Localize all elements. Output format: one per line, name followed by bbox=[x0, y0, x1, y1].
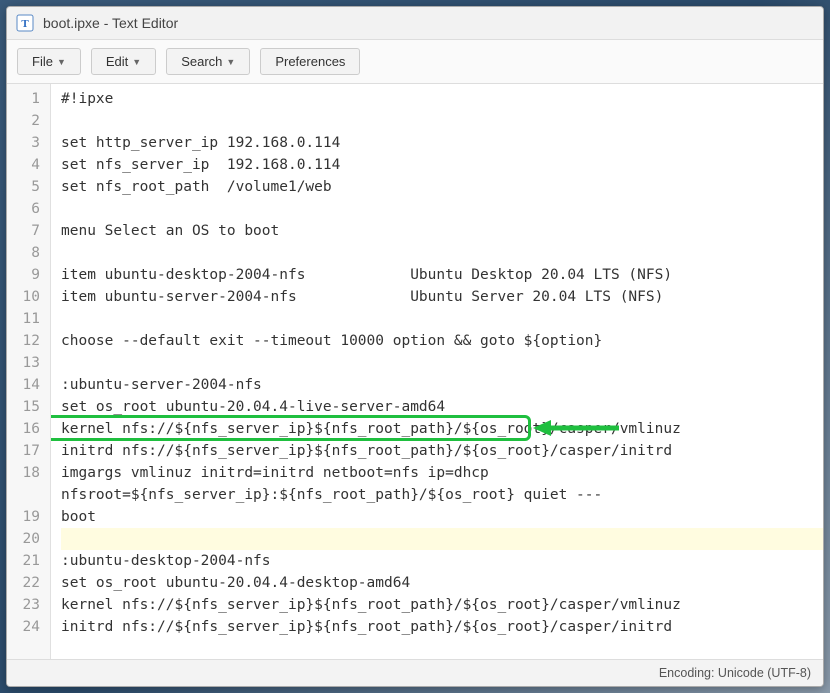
code-line[interactable] bbox=[61, 242, 823, 264]
window-title: boot.ipxe - Text Editor bbox=[43, 15, 178, 31]
edit-menu-label: Edit bbox=[106, 54, 128, 69]
file-menu-label: File bbox=[32, 54, 53, 69]
editor-window: T boot.ipxe - Text Editor File ▼ Edit ▼ … bbox=[6, 6, 824, 687]
code-content[interactable]: #!ipxeset http_server_ip 192.168.0.114se… bbox=[51, 84, 823, 659]
line-number: 21 bbox=[13, 550, 40, 572]
chevron-down-icon: ▼ bbox=[132, 57, 141, 67]
line-number: 8 bbox=[13, 242, 40, 264]
code-line[interactable]: boot bbox=[61, 506, 823, 528]
line-number: 20 bbox=[13, 528, 40, 550]
code-line[interactable]: initrd nfs://${nfs_server_ip}${nfs_root_… bbox=[61, 616, 823, 638]
search-menu-label: Search bbox=[181, 54, 222, 69]
code-line[interactable] bbox=[61, 110, 823, 132]
statusbar: Encoding: Unicode (UTF-8) bbox=[7, 659, 823, 686]
code-line[interactable] bbox=[61, 352, 823, 374]
code-line[interactable]: imgargs vmlinuz initrd=initrd netboot=nf… bbox=[61, 462, 823, 484]
toolbar: File ▼ Edit ▼ Search ▼ Preferences bbox=[7, 40, 823, 83]
code-line[interactable]: initrd nfs://${nfs_server_ip}${nfs_root_… bbox=[61, 440, 823, 462]
line-number-gutter: 123456789101112131415161718192021222324 bbox=[7, 84, 51, 659]
line-number: 22 bbox=[13, 572, 40, 594]
code-line[interactable]: :ubuntu-server-2004-nfs bbox=[61, 374, 823, 396]
line-number: 4 bbox=[13, 154, 40, 176]
preferences-label: Preferences bbox=[275, 54, 345, 69]
titlebar[interactable]: T boot.ipxe - Text Editor bbox=[7, 7, 823, 40]
code-line[interactable]: kernel nfs://${nfs_server_ip}${nfs_root_… bbox=[61, 594, 823, 616]
line-number: 5 bbox=[13, 176, 40, 198]
line-number: 18 bbox=[13, 462, 40, 484]
edit-menu-button[interactable]: Edit ▼ bbox=[91, 48, 156, 75]
line-number: 13 bbox=[13, 352, 40, 374]
line-number: 17 bbox=[13, 440, 40, 462]
code-line[interactable]: choose --default exit --timeout 10000 op… bbox=[61, 330, 823, 352]
line-number: 1 bbox=[13, 88, 40, 110]
file-menu-button[interactable]: File ▼ bbox=[17, 48, 81, 75]
line-number: 16 bbox=[13, 418, 40, 440]
code-line[interactable]: kernel nfs://${nfs_server_ip}${nfs_root_… bbox=[61, 418, 823, 440]
line-number bbox=[13, 484, 40, 506]
line-number: 14 bbox=[13, 374, 40, 396]
line-number: 2 bbox=[13, 110, 40, 132]
code-line[interactable]: set nfs_server_ip 192.168.0.114 bbox=[61, 154, 823, 176]
code-line[interactable]: set nfs_root_path /volume1/web bbox=[61, 176, 823, 198]
line-number: 10 bbox=[13, 286, 40, 308]
line-number: 15 bbox=[13, 396, 40, 418]
code-line[interactable]: nfsroot=${nfs_server_ip}:${nfs_root_path… bbox=[61, 484, 823, 506]
line-number: 6 bbox=[13, 198, 40, 220]
chevron-down-icon: ▼ bbox=[57, 57, 66, 67]
line-number: 12 bbox=[13, 330, 40, 352]
line-number: 3 bbox=[13, 132, 40, 154]
code-line[interactable] bbox=[61, 198, 823, 220]
chevron-down-icon: ▼ bbox=[226, 57, 235, 67]
code-line[interactable]: set os_root ubuntu-20.04.4-desktop-amd64 bbox=[61, 572, 823, 594]
current-line-highlight bbox=[61, 528, 823, 550]
line-number: 7 bbox=[13, 220, 40, 242]
svg-text:T: T bbox=[21, 18, 29, 30]
line-number: 9 bbox=[13, 264, 40, 286]
line-number: 23 bbox=[13, 594, 40, 616]
code-line[interactable]: #!ipxe bbox=[61, 88, 823, 110]
search-menu-button[interactable]: Search ▼ bbox=[166, 48, 250, 75]
code-line[interactable]: :ubuntu-desktop-2004-nfs bbox=[61, 550, 823, 572]
code-line[interactable]: item ubuntu-server-2004-nfs Ubuntu Serve… bbox=[61, 286, 823, 308]
code-line[interactable]: set http_server_ip 192.168.0.114 bbox=[61, 132, 823, 154]
app-icon: T bbox=[15, 13, 35, 33]
line-number: 24 bbox=[13, 616, 40, 638]
line-number: 11 bbox=[13, 308, 40, 330]
editor-area[interactable]: 123456789101112131415161718192021222324 … bbox=[7, 83, 823, 659]
preferences-button[interactable]: Preferences bbox=[260, 48, 360, 75]
encoding-label: Encoding: Unicode (UTF-8) bbox=[659, 666, 811, 680]
line-number: 19 bbox=[13, 506, 40, 528]
code-line[interactable]: item ubuntu-desktop-2004-nfs Ubuntu Desk… bbox=[61, 264, 823, 286]
code-line[interactable]: menu Select an OS to boot bbox=[61, 220, 823, 242]
code-line[interactable] bbox=[61, 308, 823, 330]
code-line[interactable]: set os_root ubuntu-20.04.4-live-server-a… bbox=[61, 396, 823, 418]
code-line[interactable] bbox=[61, 528, 823, 550]
